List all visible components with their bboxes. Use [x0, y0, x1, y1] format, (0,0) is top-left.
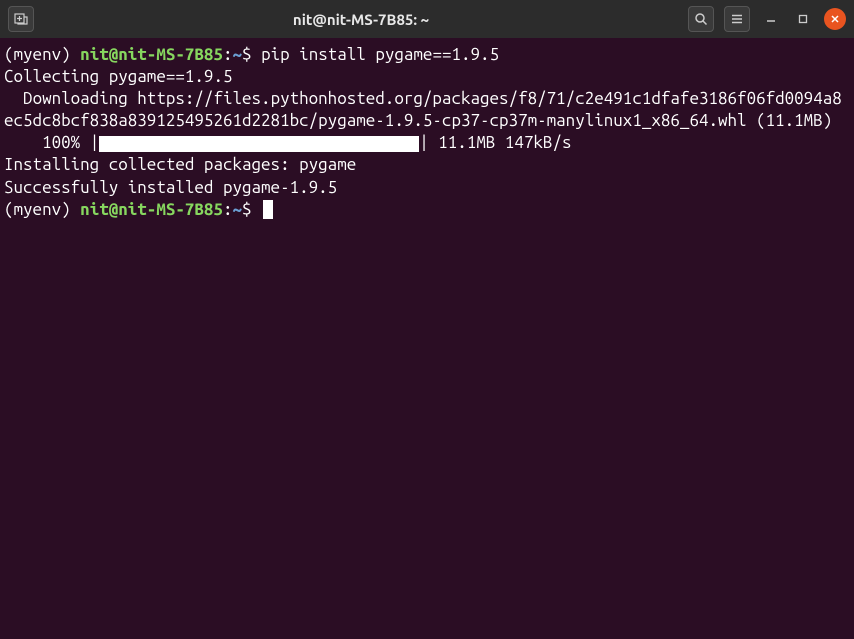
- terminal-cursor: [263, 200, 273, 219]
- output-downloading: Downloading https://files.pythonhosted.o…: [4, 88, 850, 132]
- output-success: Successfully installed pygame-1.9.5: [4, 177, 850, 199]
- progress-percent: 100% |: [4, 133, 99, 152]
- search-icon: [694, 12, 708, 26]
- new-tab-icon: [13, 11, 29, 27]
- prompt-colon: :: [223, 200, 233, 219]
- minimize-button[interactable]: [760, 8, 782, 30]
- titlebar-left: [8, 6, 34, 32]
- prompt-colon: :: [223, 45, 233, 64]
- venv-label: (myenv): [4, 200, 80, 219]
- prompt-path: ~: [233, 45, 243, 64]
- maximize-button[interactable]: [792, 8, 814, 30]
- menu-button[interactable]: [724, 6, 750, 32]
- prompt-dollar: $: [242, 200, 261, 219]
- window-title: nit@nit-MS-7B85: ~: [40, 11, 682, 28]
- output-progress: 100% | | 11.1MB 147kB/s: [4, 132, 850, 154]
- search-button[interactable]: [688, 6, 714, 32]
- titlebar-right: [688, 6, 846, 32]
- terminal-body[interactable]: (myenv) nit@nit-MS-7B85:~$ pip install p…: [0, 38, 854, 227]
- new-tab-button[interactable]: [8, 6, 34, 32]
- window-titlebar: nit@nit-MS-7B85: ~: [0, 0, 854, 38]
- command-text: pip install pygame==1.9.5: [261, 45, 499, 64]
- output-installing: Installing collected packages: pygame: [4, 154, 850, 176]
- output-collecting: Collecting pygame==1.9.5: [4, 66, 850, 88]
- minimize-icon: [765, 13, 777, 25]
- user-host: nit@nit-MS-7B85: [80, 45, 223, 64]
- close-button[interactable]: [824, 8, 846, 30]
- prompt-dollar: $: [242, 45, 261, 64]
- prompt-line-2: (myenv) nit@nit-MS-7B85:~$: [4, 199, 850, 221]
- hamburger-icon: [730, 12, 744, 26]
- close-icon: [829, 13, 841, 25]
- user-host: nit@nit-MS-7B85: [80, 200, 223, 219]
- maximize-icon: [797, 13, 809, 25]
- prompt-path: ~: [233, 200, 243, 219]
- progress-bar: [99, 136, 419, 152]
- venv-label: (myenv): [4, 45, 80, 64]
- prompt-line-1: (myenv) nit@nit-MS-7B85:~$ pip install p…: [4, 44, 850, 66]
- progress-end: | 11.1MB 147kB/s: [419, 133, 571, 152]
